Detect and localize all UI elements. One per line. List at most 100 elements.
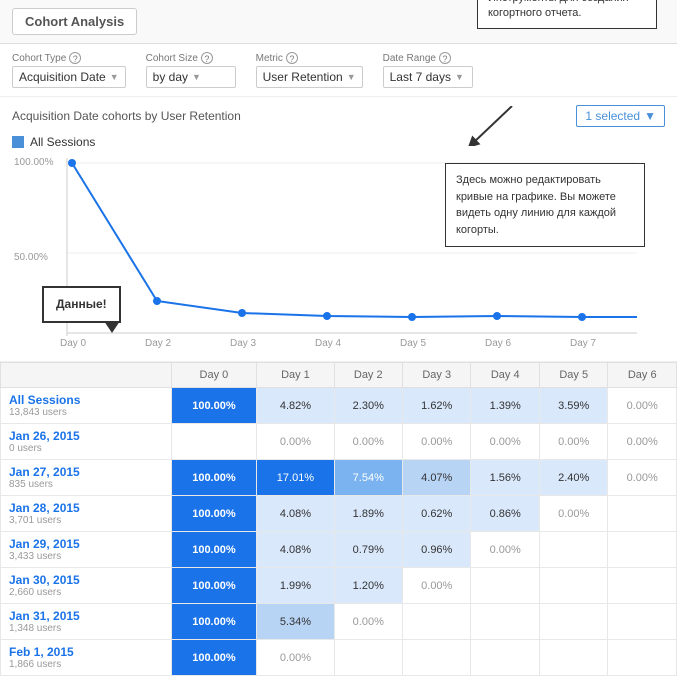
cohort-type-help-icon[interactable]: ?: [69, 52, 81, 64]
table-row: Feb 1, 20151,866 users100.00%0.00%: [1, 640, 677, 676]
data-cell: 1.89%: [334, 496, 402, 532]
data-cell: 3.59%: [539, 388, 607, 424]
row-subtitle: 13,843 users: [9, 407, 163, 418]
svg-text:Day 6: Day 6: [485, 338, 512, 348]
data-cell: [539, 568, 607, 604]
data-cell: [539, 640, 607, 676]
data-cell: 0.00%: [608, 388, 677, 424]
date-range-help-icon[interactable]: ?: [439, 52, 451, 64]
col-header-label: [1, 363, 172, 388]
col-header-day1: Day 1: [257, 363, 334, 388]
row-subtitle: 2,660 users: [9, 587, 163, 598]
metric-label: Metric ?: [256, 52, 363, 64]
row-subtitle: 835 users: [9, 479, 163, 490]
svg-text:100.00%: 100.00%: [14, 157, 54, 168]
data-cell: 0.62%: [403, 496, 471, 532]
chart-dot-day5: [408, 313, 416, 321]
data-cell: 100.00%: [171, 496, 257, 532]
table-header-row: Day 0 Day 1 Day 2 Day 3 Day 4 Day 5 Day …: [1, 363, 677, 388]
table-row: All Sessions13,843 users100.00%4.82%2.30…: [1, 388, 677, 424]
row-subtitle: 3,433 users: [9, 551, 163, 562]
svg-text:Day 0: Day 0: [60, 338, 87, 348]
data-cell: 4.07%: [403, 460, 471, 496]
table-row: Jan 30, 20152,660 users100.00%1.99%1.20%…: [1, 568, 677, 604]
data-cell: 0.96%: [403, 532, 471, 568]
cohort-type-select[interactable]: Acquisition Date ▼: [12, 66, 126, 88]
data-cell: 100.00%: [171, 640, 257, 676]
row-title: Jan 27, 2015: [9, 465, 163, 479]
date-range-arrow-icon: ▼: [455, 72, 464, 82]
metric-arrow-icon: ▼: [347, 72, 356, 82]
data-cell: [471, 568, 539, 604]
chart-dot-day7: [578, 313, 586, 321]
row-subtitle: 1,866 users: [9, 659, 163, 670]
selected-button[interactable]: 1 selected ▼: [576, 105, 665, 127]
data-cell: 100.00%: [171, 532, 257, 568]
cohort-size-help-icon[interactable]: ?: [201, 52, 213, 64]
row-label-cell: Jan 30, 20152,660 users: [1, 568, 172, 604]
data-cell: 17.01%: [257, 460, 334, 496]
cohort-size-select[interactable]: by day ▼: [146, 66, 236, 88]
cohort-table: Day 0 Day 1 Day 2 Day 3 Day 4 Day 5 Day …: [0, 362, 677, 676]
data-cell: 0.00%: [257, 424, 334, 460]
data-cell: 0.00%: [539, 424, 607, 460]
col-header-day3: Day 3: [403, 363, 471, 388]
data-cell: 0.00%: [608, 424, 677, 460]
data-cell: 5.34%: [257, 604, 334, 640]
data-cell: [403, 604, 471, 640]
table-row: Jan 28, 20153,701 users100.00%4.08%1.89%…: [1, 496, 677, 532]
data-cell: 2.30%: [334, 388, 402, 424]
controls-tooltip: Инструменты для создания когортного отче…: [477, 0, 657, 29]
col-header-day6: Day 6: [608, 363, 677, 388]
row-title: Feb 1, 2015: [9, 645, 163, 659]
svg-text:Day 2: Day 2: [145, 338, 172, 348]
svg-text:Day 4: Day 4: [315, 338, 342, 348]
data-callout: Данные!: [42, 286, 121, 323]
date-range-label: Date Range ?: [383, 52, 473, 64]
data-cell: 0.79%: [334, 532, 402, 568]
chart-dot-day0: [68, 159, 76, 167]
col-header-day2: Day 2: [334, 363, 402, 388]
chart-dot-day2: [153, 297, 161, 305]
row-subtitle: 0 users: [9, 443, 163, 454]
data-cell: [608, 604, 677, 640]
table-row: Jan 26, 20150 users0.00%0.00%0.00%0.00%0…: [1, 424, 677, 460]
data-cell: 0.86%: [471, 496, 539, 532]
cohort-type-label: Cohort Type ?: [12, 52, 126, 64]
date-range-group: Date Range ? Last 7 days ▼: [383, 52, 473, 88]
data-cell: [608, 640, 677, 676]
data-cell: [403, 640, 471, 676]
col-header-day5: Day 5: [539, 363, 607, 388]
data-cell: [608, 496, 677, 532]
tooltip-arrow-icon: [462, 106, 522, 146]
row-label-cell: Jan 28, 20153,701 users: [1, 496, 172, 532]
data-cell: 7.54%: [334, 460, 402, 496]
data-cell: 100.00%: [171, 604, 257, 640]
chart-section: Acquisition Date cohorts by User Retenti…: [0, 97, 677, 362]
data-cell: 0.00%: [403, 424, 471, 460]
data-cell: 0.00%: [471, 532, 539, 568]
cohort-analysis-tab[interactable]: Cohort Analysis: [12, 8, 137, 35]
metric-help-icon[interactable]: ?: [286, 52, 298, 64]
chart-dot-day4: [323, 312, 331, 320]
row-label-cell: All Sessions13,843 users: [1, 388, 172, 424]
chart-legend: All Sessions: [12, 135, 665, 149]
data-cell: 4.82%: [257, 388, 334, 424]
date-range-select[interactable]: Last 7 days ▼: [383, 66, 473, 88]
data-cell: 0.00%: [608, 460, 677, 496]
data-cell: 0.00%: [403, 568, 471, 604]
chart-title: Acquisition Date cohorts by User Retenti…: [12, 109, 241, 123]
data-cell: 100.00%: [171, 388, 257, 424]
data-cell: 1.39%: [471, 388, 539, 424]
row-label-cell: Feb 1, 20151,866 users: [1, 640, 172, 676]
row-title: Jan 26, 2015: [9, 429, 163, 443]
row-label-cell: Jan 29, 20153,433 users: [1, 532, 172, 568]
chart-dot-day3: [238, 309, 246, 317]
data-cell: [608, 532, 677, 568]
edit-chart-tooltip: Здесь можно редактировать кривые на граф…: [445, 163, 645, 247]
svg-text:50.00%: 50.00%: [14, 252, 48, 263]
data-cell: 1.56%: [471, 460, 539, 496]
metric-select[interactable]: User Retention ▼: [256, 66, 363, 88]
row-label-cell: Jan 27, 2015835 users: [1, 460, 172, 496]
table-section: Day 0 Day 1 Day 2 Day 3 Day 4 Day 5 Day …: [0, 362, 677, 676]
